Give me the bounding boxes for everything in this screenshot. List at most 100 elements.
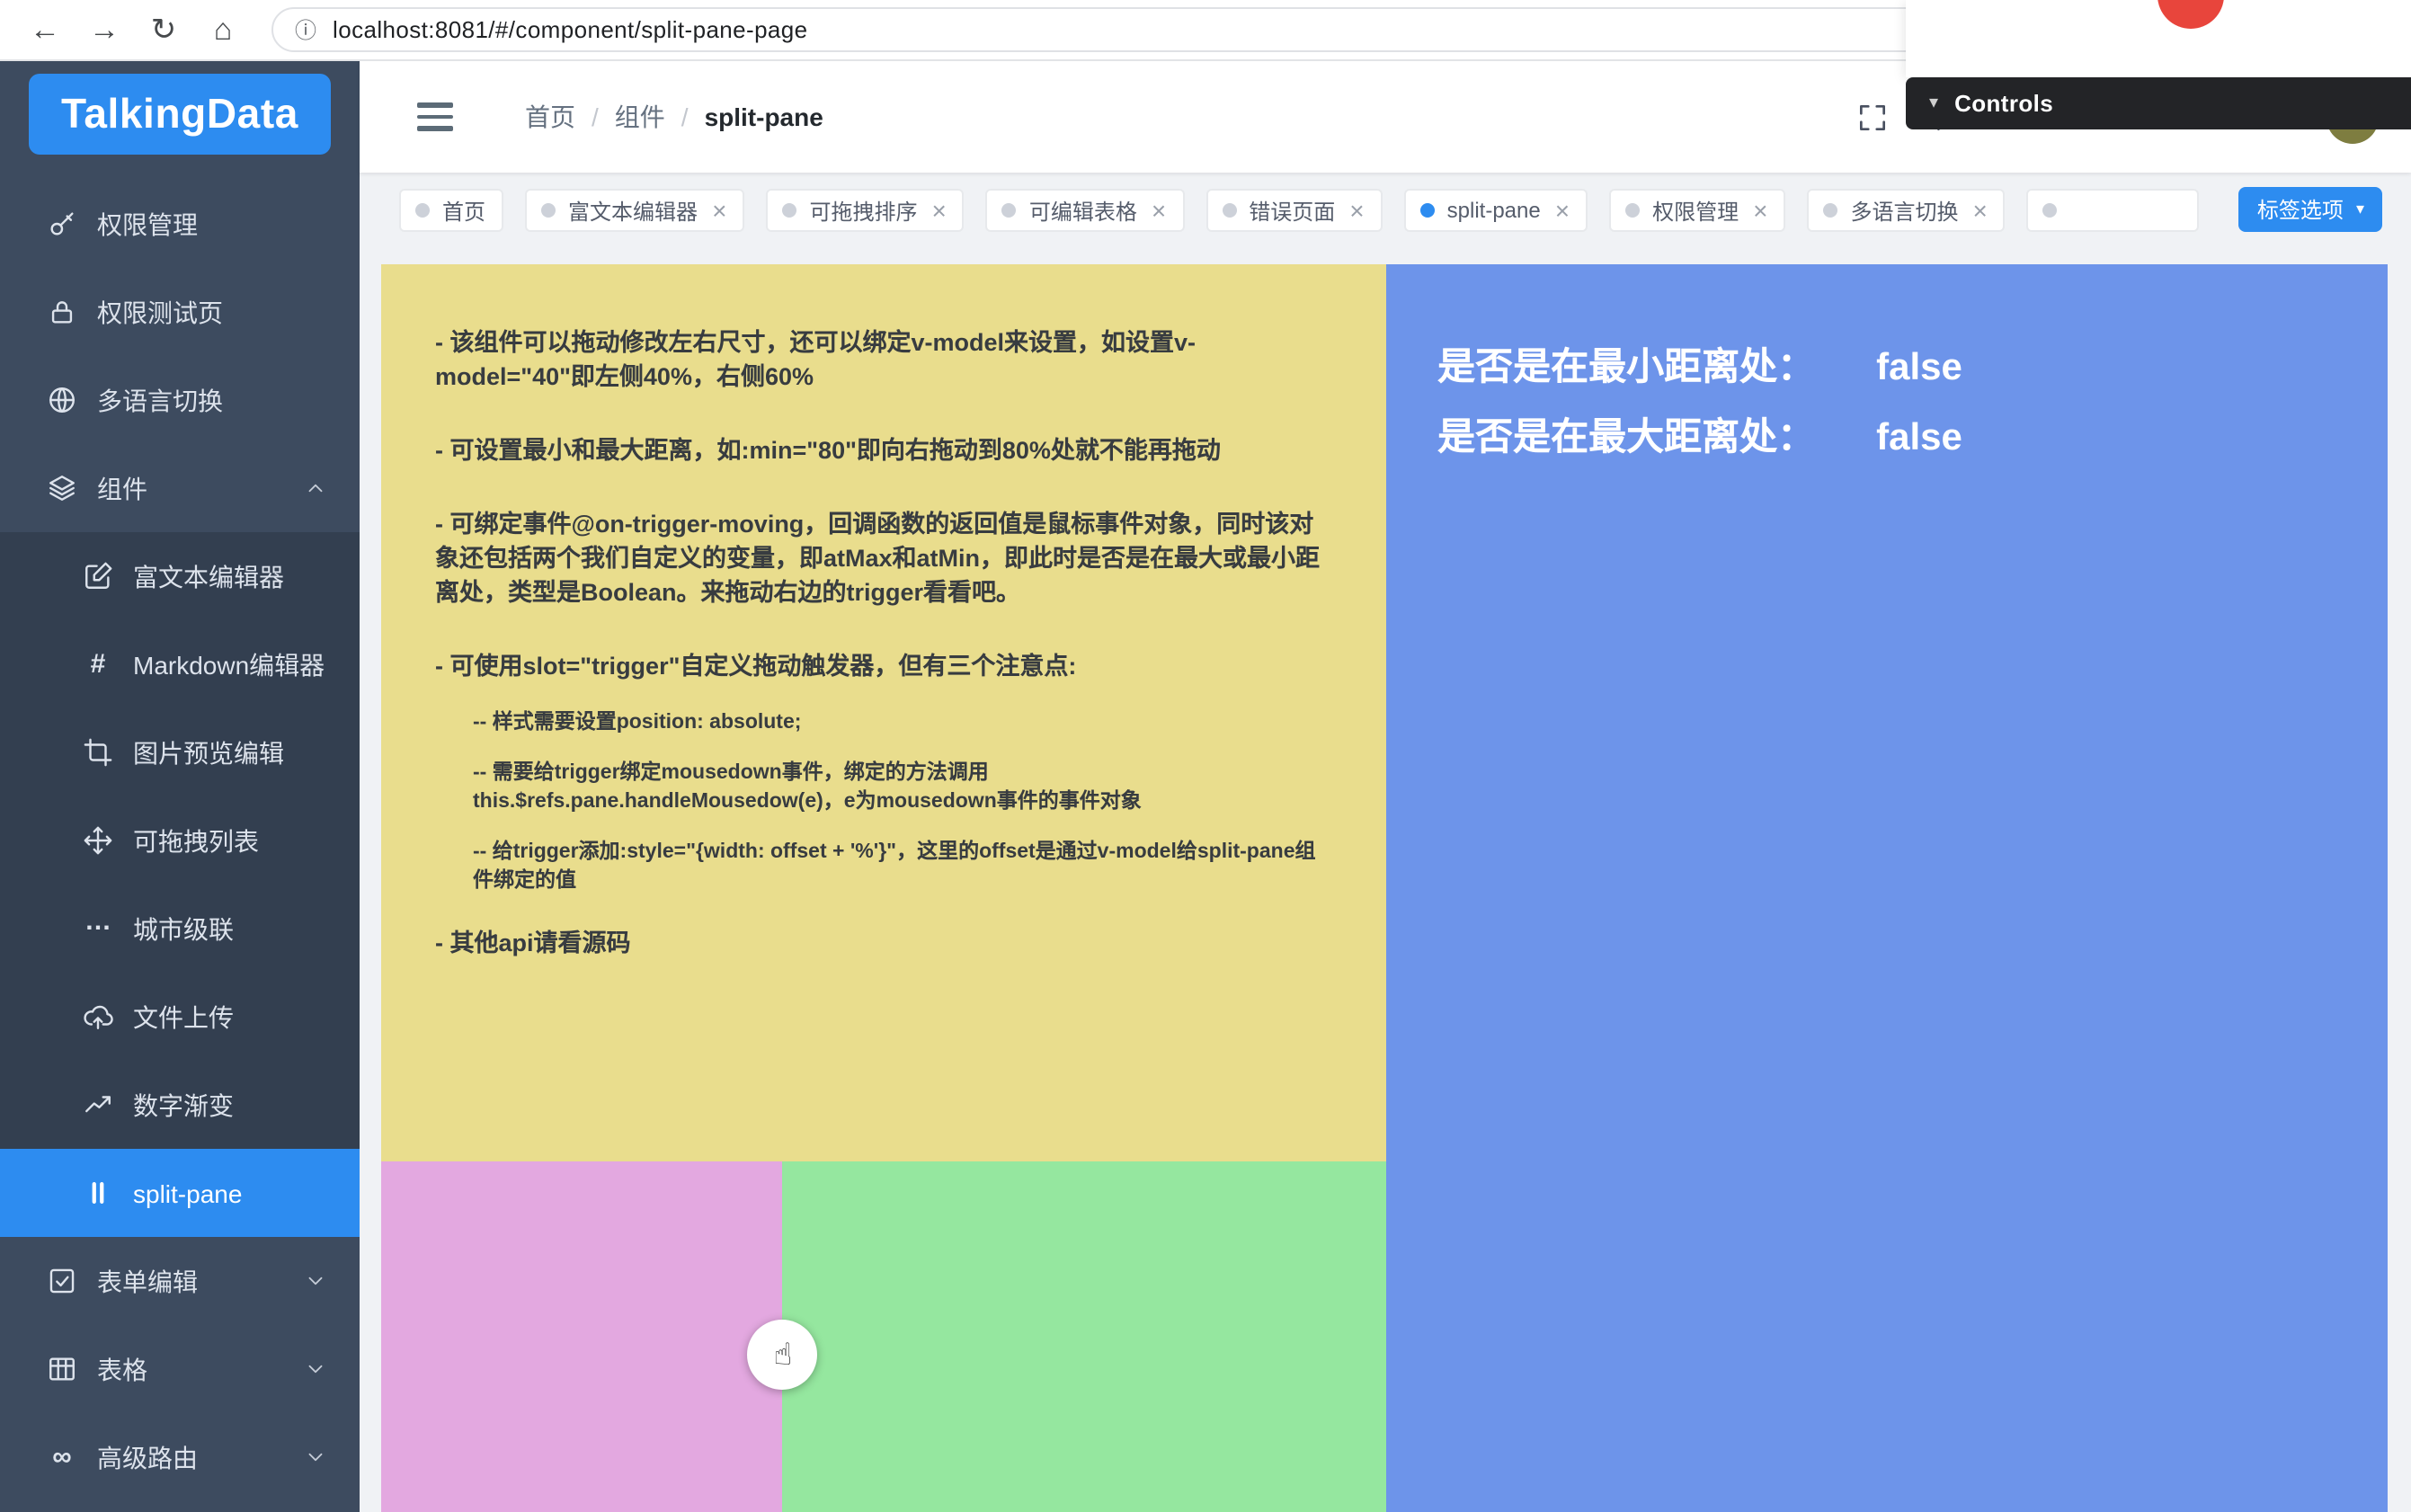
app-logo[interactable]: TalkingData — [29, 74, 331, 155]
cloud-upload-icon — [83, 1001, 113, 1032]
chevron-down-icon — [304, 1357, 327, 1381]
sidebar-item-label: 城市级联 — [133, 914, 234, 943]
url-text[interactable]: localhost:8081/#/component/split-pane-pa… — [333, 16, 808, 43]
tag-permission-management[interactable]: 权限管理 × — [1609, 189, 1786, 232]
close-icon[interactable]: × — [1555, 198, 1570, 223]
sidebar-item-permission-test[interactable]: 权限测试页 — [0, 268, 360, 356]
tag-split-pane[interactable]: split-pane × — [1403, 189, 1588, 232]
tag-dot-icon — [1419, 203, 1435, 218]
chevron-up-icon — [304, 476, 327, 500]
move-icon — [83, 825, 113, 856]
tag-partial[interactable] — [2026, 189, 2200, 232]
hand-pointer-icon: ☝ — [773, 1337, 793, 1371]
tag-label: 可编辑表格 — [1028, 199, 1137, 224]
sidebar-item-number-gradient[interactable]: 数字渐变 — [0, 1061, 360, 1149]
breadcrumb-section[interactable]: 组件 — [615, 99, 665, 135]
tag-rich-text-editor[interactable]: 富文本编辑器 × — [525, 189, 745, 232]
tag-dot-icon — [782, 203, 797, 218]
controls-bar[interactable]: ▾ Controls — [1906, 77, 2411, 129]
address-bar[interactable]: ⓘ localhost:8081/#/component/split-pane-… — [271, 7, 1944, 52]
edit-icon — [83, 561, 113, 591]
ellipsis-icon: … — [85, 906, 111, 937]
refresh-icon[interactable]: ↻ — [140, 12, 187, 48]
sidebar-item-label: 多语言切换 — [97, 386, 223, 414]
status-line-min: 是否是在最小距离处： false — [1437, 333, 2352, 403]
close-icon[interactable]: × — [931, 198, 946, 223]
tag-error-page[interactable]: 错误页面 × — [1206, 189, 1383, 232]
split-pane-left: - 该组件可以拖动修改左右尺寸，还可以绑定v-model来设置，如设置v-mod… — [381, 264, 1386, 1512]
tag-bar: 首页 富文本编辑器 × 可拖拽排序 × 可编辑表格 × 错误页面 × split… — [360, 173, 2411, 246]
note-paragraph: - 可使用slot="trigger"自定义拖动触发器，但有三个注意点: — [435, 653, 1077, 680]
note-paragraph: - 可设置最小和最大距离，如:min="80"即向右拖动到80%处就不能再拖动 — [435, 437, 1221, 464]
status-line-max: 是否是在最大距离处： false — [1437, 403, 2352, 473]
sidebar-group-form-edit[interactable]: 表单编辑 — [0, 1237, 360, 1325]
sidebar-group-components[interactable]: 组件 — [0, 444, 360, 532]
tags-row: 首页 富文本编辑器 × 可拖拽排序 × 可编辑表格 × 错误页面 × split… — [399, 189, 2255, 232]
sidebar-group-label: 表单编辑 — [97, 1267, 198, 1295]
tag-options-button[interactable]: 标签选项 ▾ — [2238, 187, 2382, 232]
site-info-icon[interactable]: ⓘ — [295, 14, 316, 45]
forward-icon[interactable]: → — [81, 12, 128, 48]
split-pane-right: 是否是在最小距离处： false 是否是在最大距离处： false — [1385, 264, 2388, 1512]
tag-home[interactable]: 首页 — [399, 189, 504, 232]
close-icon[interactable]: × — [1973, 198, 1988, 223]
pause-icon — [83, 1178, 113, 1208]
sidebar-item-permission-management[interactable]: 权限管理 — [0, 180, 360, 268]
menu-toggle-icon[interactable] — [417, 102, 453, 131]
controls-label: Controls — [1954, 90, 2054, 117]
close-icon[interactable]: × — [1753, 198, 1767, 223]
infinity-icon: ∞ — [52, 1442, 72, 1472]
sidebar-item-split-pane[interactable]: split-pane — [0, 1149, 360, 1237]
close-icon[interactable]: × — [1152, 198, 1166, 223]
status-label: 是否是在最小距离处： — [1437, 347, 1816, 388]
sidebar-item-label: Markdown编辑器 — [133, 650, 325, 679]
tag-dot-icon — [1625, 203, 1641, 218]
tag-editable-table[interactable]: 可编辑表格 × — [985, 189, 1185, 232]
sidebar-item-rich-text-editor[interactable]: 富文本编辑器 — [0, 532, 360, 620]
breadcrumb-separator: / — [592, 102, 599, 131]
sidebar: TalkingData 权限管理 权限测试页 多语言切换 组件 富文本编辑器 #… — [0, 61, 360, 1512]
components-submenu: 富文本编辑器 # Markdown编辑器 图片预览编辑 可拖拽列表 … 城市级联… — [0, 532, 360, 1237]
tag-label: 多语言切换 — [1850, 199, 1959, 224]
tag-draggable-sort[interactable]: 可拖拽排序 × — [766, 189, 965, 232]
back-icon[interactable]: ← — [22, 12, 68, 48]
breadcrumb: 首页 / 组件 / split-pane — [525, 99, 823, 135]
sidebar-item-label: 富文本编辑器 — [133, 562, 284, 591]
close-icon[interactable]: × — [1349, 198, 1364, 223]
tag-dot-icon — [541, 203, 556, 218]
sidebar-item-markdown-editor[interactable]: # Markdown编辑器 — [0, 620, 360, 708]
notes-pane: - 该组件可以拖动修改左右尺寸，还可以绑定v-model来设置，如设置v-mod… — [381, 264, 1386, 1161]
chevron-down-icon — [304, 1269, 327, 1293]
sidebar-item-draggable-list[interactable]: 可拖拽列表 — [0, 796, 360, 885]
sidebar-item-language-switch[interactable]: 多语言切换 — [0, 356, 360, 444]
nested-split-pane: ☝ — [381, 1161, 1386, 1512]
status-label: 是否是在最大距离处： — [1437, 417, 1816, 458]
sidebar-item-image-preview-edit[interactable]: 图片预览编辑 — [0, 708, 360, 796]
tag-dot-icon — [1001, 203, 1017, 218]
tag-label: split-pane — [1446, 198, 1541, 223]
crop-icon — [83, 737, 113, 768]
tag-dot-icon — [415, 203, 430, 218]
sidebar-item-city-cascade[interactable]: … 城市级联 — [0, 885, 360, 973]
breadcrumb-home[interactable]: 首页 — [525, 99, 575, 135]
sidebar-group-label: 组件 — [97, 474, 147, 503]
sidebar-item-file-upload[interactable]: 文件上传 — [0, 973, 360, 1061]
split-drag-trigger[interactable]: ☝ — [747, 1320, 818, 1390]
record-button-icon[interactable] — [2157, 0, 2224, 29]
tag-language-switch[interactable]: 多语言切换 × — [1807, 189, 2006, 232]
checkbox-icon — [47, 1266, 77, 1296]
sidebar-group-table[interactable]: 表格 — [0, 1325, 360, 1413]
tag-label: 权限管理 — [1652, 199, 1739, 224]
sidebar-item-label: 数字渐变 — [133, 1090, 234, 1119]
hash-icon: # — [90, 649, 106, 680]
page-content: - 该组件可以拖动修改左右尺寸，还可以绑定v-model来设置，如设置v-mod… — [360, 246, 2411, 1512]
close-icon[interactable]: × — [712, 198, 726, 223]
note-paragraph: - 可绑定事件@on-trigger-moving，回调函数的返回值是鼠标事件对… — [435, 511, 1321, 606]
home-icon[interactable]: ⌂ — [200, 12, 246, 48]
fullscreen-icon[interactable] — [1855, 100, 1890, 134]
trending-up-icon — [83, 1090, 113, 1120]
sidebar-group-label: 高级路由 — [97, 1443, 198, 1472]
sidebar-group-advanced-router[interactable]: ∞ 高级路由 — [0, 1413, 360, 1501]
tag-label: 富文本编辑器 — [568, 199, 698, 224]
sidebar-group-label: 表格 — [97, 1355, 147, 1383]
